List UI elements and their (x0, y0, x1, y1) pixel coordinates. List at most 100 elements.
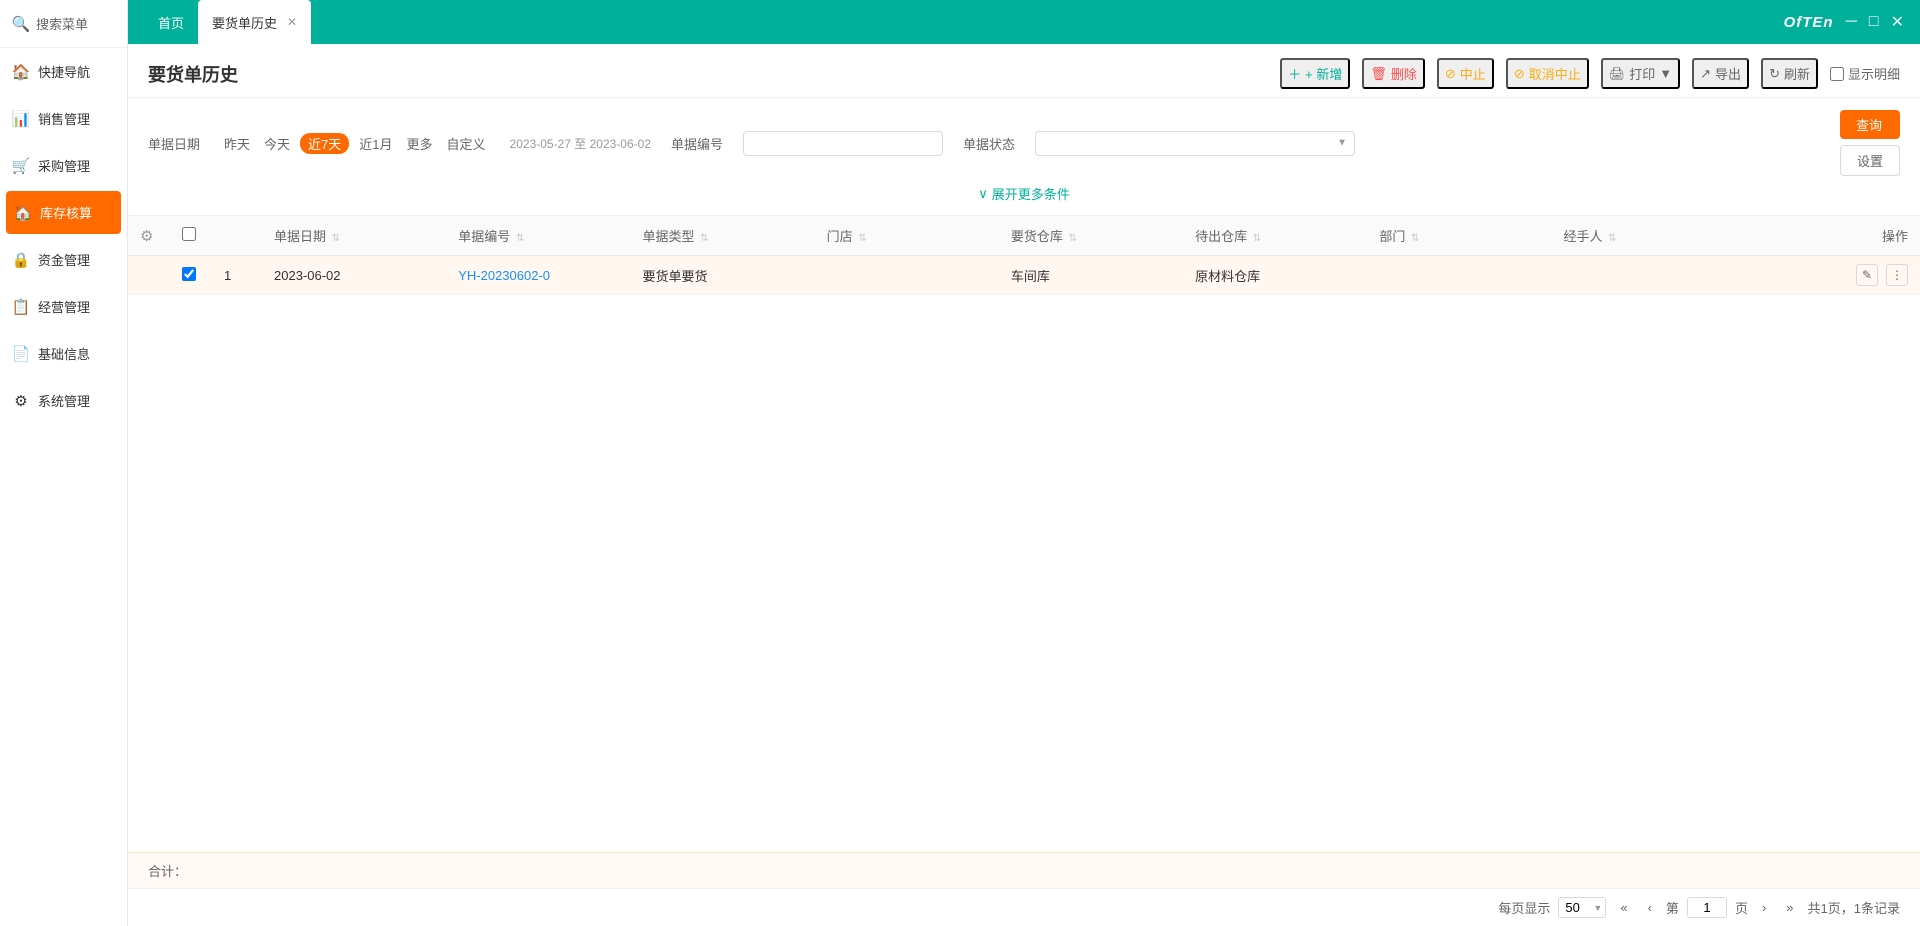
data-table: ⚙ 单据日期 ⇅ 单据编号 ⇅ 单据类型 (128, 216, 1920, 295)
th-dept[interactable]: 部门 ⇅ (1367, 216, 1551, 256)
stop-button[interactable]: ⊘ 中止 (1437, 58, 1494, 89)
delete-button[interactable]: 🗑 删除 (1362, 58, 1425, 89)
operations-icon: 📋 (12, 298, 30, 316)
refresh-icon: ↻ (1769, 66, 1780, 82)
sidebar-item-system[interactable]: ⚙ 系统管理 (0, 377, 127, 424)
row-edit-button[interactable]: ✎ (1856, 264, 1878, 286)
th-settings: ⚙ (128, 216, 170, 256)
topbar: 首页 要货单历史 ✕ OfTEn ─ □ ✕ (128, 0, 1920, 44)
new-icon: ＋ (1288, 64, 1301, 83)
th-ops: 操作 (1736, 216, 1920, 256)
page-size-label: 每页显示 (1498, 898, 1550, 917)
show-detail-toggle[interactable]: 显示明细 (1830, 64, 1900, 83)
first-page-btn[interactable]: « (1614, 898, 1633, 917)
export-button[interactable]: ↗ 导出 (1692, 58, 1749, 89)
system-icon: ⚙ (12, 392, 30, 410)
td-store (815, 256, 999, 295)
select-all-checkbox[interactable] (182, 227, 196, 241)
settings-button[interactable]: 设置 (1840, 145, 1900, 176)
th-order-no[interactable]: 单据编号 ⇅ (446, 216, 630, 256)
td-no: 1 (212, 256, 262, 295)
sidebar-item-inventory[interactable]: 🏠 库存核算 (6, 191, 121, 234)
order-no-link[interactable]: YH-20230602-0 (458, 268, 550, 283)
refresh-button[interactable]: ↻ 刷新 (1761, 58, 1818, 89)
th-req-warehouse[interactable]: 要货仓库 ⇅ (999, 216, 1183, 256)
th-checkbox (170, 216, 212, 256)
inventory-icon: 🏠 (14, 204, 32, 222)
status-select-wrapper (1035, 131, 1355, 156)
next-page-btn[interactable]: › (1756, 898, 1772, 917)
page-suffix-label: 页 (1735, 898, 1748, 917)
window-close-icon[interactable]: ✕ (1891, 12, 1904, 32)
tab-home[interactable]: 首页 (144, 0, 198, 44)
page-header: 要货单历史 ＋ + 新增 🗑 删除 ⊘ 中止 ⊘ 取消中止 🖨 打印 ▼ (128, 44, 1920, 98)
sidebar-item-label: 快捷导航 (38, 62, 90, 81)
toolbar: ＋ + 新增 🗑 删除 ⊘ 中止 ⊘ 取消中止 🖨 打印 ▼ ↗ (1280, 58, 1900, 89)
sidebar-item-quick-nav[interactable]: 🏠 快捷导航 (0, 48, 127, 95)
row-checkbox[interactable] (182, 267, 196, 281)
td-order-type: 要货单要货 (630, 256, 814, 295)
tab-close-icon[interactable]: ✕ (287, 15, 297, 29)
th-handler[interactable]: 经手人 ⇅ (1552, 216, 1736, 256)
basic-info-icon: 📄 (12, 345, 30, 363)
sort-ordertype-icon: ⇅ (700, 233, 708, 244)
table-body: 1 2023-06-02 YH-20230602-0 要货单要货 (128, 256, 1920, 295)
pagination-footer: 每页显示 50 10 20 100 « ‹ 第 页 › » 共1页，1条记录 (128, 888, 1920, 926)
summary-label: 合计： (148, 861, 187, 880)
export-icon: ↗ (1700, 66, 1711, 82)
print-dropdown-icon: ▼ (1659, 66, 1672, 81)
sidebar-item-operations[interactable]: 📋 经营管理 (0, 283, 127, 330)
date-today[interactable]: 今天 (260, 133, 294, 154)
th-no (212, 216, 262, 256)
new-button[interactable]: ＋ + 新增 (1280, 58, 1350, 89)
sort-store-icon: ⇅ (858, 233, 866, 244)
row-more-button[interactable]: ⋮ (1886, 264, 1908, 286)
sidebar-item-sales[interactable]: 📊 销售管理 (0, 95, 127, 142)
filter-row-1: 单据日期 昨天 今天 近7天 近1月 更多 自定义 2023-05-27 至 2… (148, 110, 1900, 176)
filter-area: 单据日期 昨天 今天 近7天 近1月 更多 自定义 2023-05-27 至 2… (128, 98, 1920, 216)
main-area: 首页 要货单历史 ✕ OfTEn ─ □ ✕ 要货单历史 ＋ + 新增 🗑 删除… (128, 0, 1920, 926)
date-recent1month[interactable]: 近1月 (355, 133, 396, 154)
page-size-select[interactable]: 50 10 20 100 (1558, 897, 1606, 918)
search-icon: 🔍 (12, 15, 30, 33)
page-input[interactable] (1687, 897, 1727, 918)
table-header-row: ⚙ 单据日期 ⇅ 单据编号 ⇅ 单据类型 (128, 216, 1920, 256)
prev-page-btn[interactable]: ‹ (1642, 898, 1658, 917)
sidebar-item-label: 资金管理 (38, 250, 90, 269)
th-store[interactable]: 门店 ⇅ (815, 216, 999, 256)
sidebar-item-label: 库存核算 (40, 203, 92, 222)
sidebar-item-purchase[interactable]: 🛒 采购管理 (0, 142, 127, 189)
date-custom[interactable]: 自定义 (443, 133, 490, 154)
expand-more-btn[interactable]: ∨ 展开更多条件 (978, 184, 1070, 203)
th-dest-warehouse[interactable]: 待出仓库 ⇅ (1183, 216, 1367, 256)
page-title: 要货单历史 (148, 61, 238, 87)
sidebar-search-label: 搜索菜单 (36, 14, 88, 33)
sidebar-item-basic-info[interactable]: 📄 基础信息 (0, 330, 127, 377)
maximize-icon[interactable]: □ (1869, 13, 1879, 31)
tab-order-history[interactable]: 要货单历史 ✕ (198, 0, 311, 44)
sidebar-item-finance[interactable]: 🔒 资金管理 (0, 236, 127, 283)
order-no-input[interactable] (743, 131, 943, 156)
sort-reqwh-icon: ⇅ (1069, 233, 1077, 244)
expand-more-area: ∨ 展开更多条件 (148, 184, 1900, 203)
show-detail-checkbox[interactable] (1830, 67, 1844, 81)
date-recent7[interactable]: 近7天 (300, 133, 349, 154)
order-no-label: 单据编号 (671, 134, 723, 153)
td-dept (1367, 256, 1551, 295)
query-button[interactable]: 查询 (1840, 110, 1900, 139)
sidebar-search[interactable]: 🔍 搜索菜单 (0, 0, 127, 48)
date-yesterday[interactable]: 昨天 (220, 133, 254, 154)
date-range: 2023-05-27 至 2023-06-02 (510, 135, 651, 152)
date-more[interactable]: 更多 (403, 133, 437, 154)
gear-icon[interactable]: ⚙ (140, 228, 153, 245)
purchase-icon: 🛒 (12, 157, 30, 175)
print-button[interactable]: 🖨 打印 ▼ (1601, 58, 1680, 89)
status-select[interactable] (1035, 131, 1355, 156)
th-order-type[interactable]: 单据类型 ⇅ (630, 216, 814, 256)
last-page-btn[interactable]: » (1780, 898, 1799, 917)
td-ops: ✎ ⋮ (1736, 256, 1920, 295)
cancel-stop-button[interactable]: ⊘ 取消中止 (1506, 58, 1589, 89)
minimize-icon[interactable]: ─ (1846, 13, 1857, 31)
row-ops: ✎ ⋮ (1748, 264, 1908, 286)
th-date[interactable]: 单据日期 ⇅ (262, 216, 446, 256)
